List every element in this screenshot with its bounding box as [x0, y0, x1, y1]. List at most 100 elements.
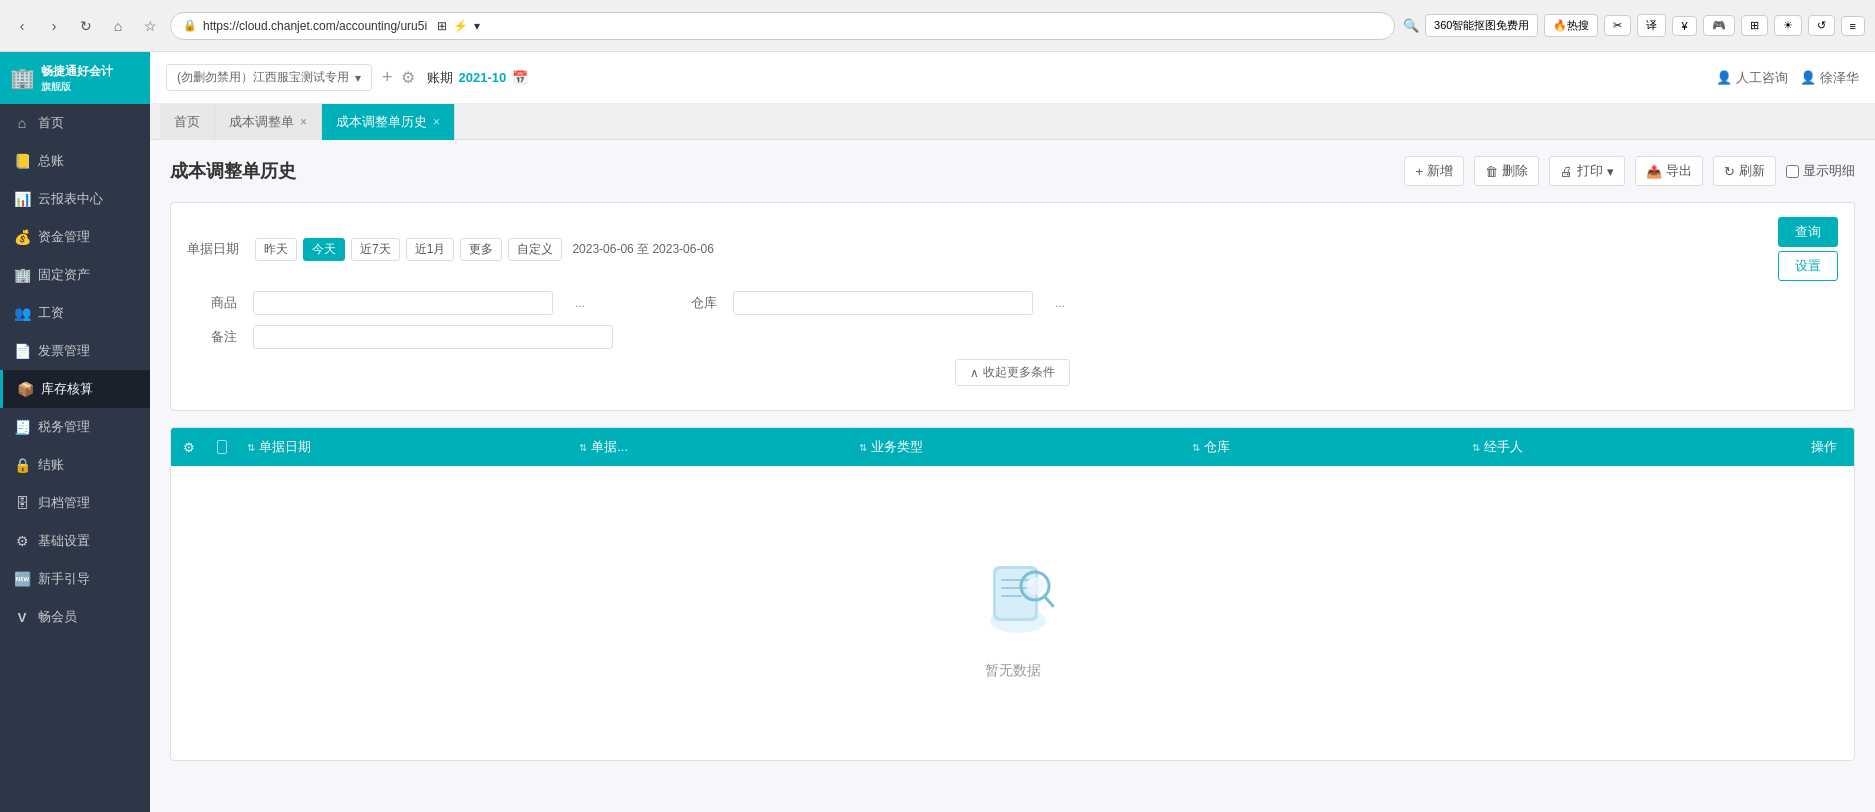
remark-input[interactable]	[253, 325, 613, 349]
star-button[interactable]: ☆	[138, 14, 162, 38]
undo-tool[interactable]: ↺	[1808, 15, 1835, 36]
svg-point-9	[1028, 579, 1034, 585]
th-warehouse-label: 仓库	[1204, 438, 1230, 456]
settings-icon[interactable]: ⚙	[401, 68, 415, 87]
hot-search-btn[interactable]: 🔥热搜	[1544, 14, 1598, 37]
logo-icon: 🏢	[10, 66, 35, 90]
display-toggle[interactable]: 显示明细	[1786, 162, 1855, 180]
custom-btn[interactable]: 自定义	[508, 238, 562, 261]
goods-ellipsis[interactable]: ...	[569, 294, 591, 312]
empty-icon	[963, 546, 1063, 646]
filter-settings-button[interactable]: 设置	[1778, 251, 1838, 281]
today-btn[interactable]: 今天	[303, 238, 345, 261]
sort-icon: ⇅	[1472, 442, 1480, 453]
sidebar-item-settings[interactable]: ⚙ 基础设置	[0, 522, 150, 560]
goods-input[interactable]	[253, 291, 553, 315]
assets-icon: 🏢	[14, 267, 30, 283]
th-warehouse[interactable]: ⇅ 仓库	[1182, 438, 1462, 456]
sidebar-item-ledger[interactable]: 📒 总账	[0, 142, 150, 180]
delete-button[interactable]: 🗑 删除	[1474, 156, 1539, 186]
filter-row-goods-warehouse: 商品 ... 仓库 ...	[187, 291, 1838, 315]
sidebar-item-funds[interactable]: 💰 资金管理	[0, 218, 150, 256]
sidebar-item-archive[interactable]: 🗄 归档管理	[0, 484, 150, 522]
collapse-button[interactable]: ∧ 收起更多条件	[955, 359, 1070, 386]
home-icon: ⌂	[14, 115, 30, 131]
sidebar-item-vip[interactable]: V 畅会员	[0, 598, 150, 636]
salary-icon: 👥	[14, 305, 30, 321]
warehouse-input[interactable]	[733, 291, 1033, 315]
company-selector[interactable]: (勿删勿禁用）江西服宝测试专用 ▾	[166, 64, 372, 91]
display-toggle-checkbox[interactable]	[1786, 165, 1799, 178]
tab-cost-adjust-history[interactable]: 成本调整单历史 ×	[322, 104, 455, 140]
select-all-checkbox[interactable]	[217, 440, 227, 454]
sidebar-item-tax[interactable]: 🧾 税务管理	[0, 408, 150, 446]
sidebar: 🏢 畅捷通好会计 旗舰版 ⌂ 首页 📒 总账 📊 云报表中心 💰 资金管理	[0, 52, 150, 812]
tab-home[interactable]: 首页	[160, 104, 215, 140]
print-button[interactable]: 🖨 打印 ▾	[1549, 156, 1625, 186]
page-header: 成本调整单历史 + 新增 🗑 删除 🖨 打印 ▾	[170, 156, 1855, 186]
export-button[interactable]: 📤 导出	[1635, 156, 1703, 186]
sidebar-item-guide[interactable]: 🆕 新手引导	[0, 560, 150, 598]
sidebar-item-closing[interactable]: 🔒 结账	[0, 446, 150, 484]
inventory-icon: 📦	[17, 381, 33, 397]
th-voucher[interactable]: ⇅ 单据...	[569, 438, 849, 456]
tab-cost-adjust[interactable]: 成本调整单 ×	[215, 104, 322, 140]
page-content: 成本调整单历史 + 新增 🗑 删除 🖨 打印 ▾	[150, 140, 1875, 812]
reload-button[interactable]: ↻	[74, 14, 98, 38]
new-button[interactable]: + 新增	[1404, 156, 1464, 186]
sidebar-logo: 🏢 畅捷通好会计 旗舰版	[0, 52, 150, 104]
top-right-actions: 👤 人工咨询 👤 徐泽华	[1716, 69, 1859, 87]
calendar-icon[interactable]: 📅	[512, 70, 528, 85]
th-settings[interactable]: ⚙	[171, 440, 207, 455]
add-company-btn[interactable]: +	[382, 67, 393, 88]
warehouse-filter-label: 仓库	[667, 294, 717, 312]
page-actions: + 新增 🗑 删除 🖨 打印 ▾ 📤 导出	[1404, 156, 1855, 186]
game-tool[interactable]: 🎮	[1703, 15, 1735, 36]
yesterday-btn[interactable]: 昨天	[255, 238, 297, 261]
period-label: 账期	[427, 69, 453, 87]
refresh-icon: ↻	[1724, 164, 1735, 179]
th-actions-label: 操作	[1811, 438, 1837, 456]
vip-icon: V	[14, 610, 30, 625]
1month-btn[interactable]: 近1月	[406, 238, 455, 261]
url-bar[interactable]: 🔒 https://cloud.chanjet.com/accounting/u…	[170, 12, 1395, 40]
smart-cutout-btn[interactable]: 360智能抠图免费用	[1425, 14, 1538, 37]
th-biztype[interactable]: ⇅ 业务类型	[849, 438, 1181, 456]
user-item[interactable]: 👤 徐泽华	[1800, 69, 1859, 87]
sidebar-item-reports[interactable]: 📊 云报表中心	[0, 180, 150, 218]
sort-icon: ⇅	[1192, 442, 1200, 453]
sidebar-item-assets[interactable]: 🏢 固定资产	[0, 256, 150, 294]
translate-tool[interactable]: 译	[1637, 14, 1666, 37]
th-date[interactable]: ⇅ 单据日期	[237, 438, 569, 456]
wallet-tool[interactable]: ¥	[1672, 16, 1696, 36]
refresh-button[interactable]: ↻ 刷新	[1713, 156, 1776, 186]
7days-btn[interactable]: 近7天	[351, 238, 400, 261]
th-checkbox[interactable]	[207, 440, 237, 454]
query-settings-group: 查询 设置	[1778, 217, 1838, 281]
sidebar-item-salary[interactable]: 👥 工资	[0, 294, 150, 332]
back-button[interactable]: ‹	[10, 14, 34, 38]
more-btn[interactable]: 更多	[460, 238, 502, 261]
warehouse-ellipsis[interactable]: ...	[1049, 294, 1071, 312]
page-title: 成本调整单历史	[170, 159, 296, 183]
chevron-down-icon: ▾	[1607, 164, 1614, 179]
forward-button[interactable]: ›	[42, 14, 66, 38]
date-quick-buttons: 昨天 今天 近7天 近1月 更多 自定义 2023-06-06 至 2023-0…	[255, 238, 714, 261]
sidebar-item-label: 资金管理	[38, 228, 90, 246]
sidebar-item-inventory[interactable]: 📦 库存核算	[0, 370, 150, 408]
menu-tool[interactable]: ≡	[1841, 16, 1865, 36]
tab-close-history[interactable]: ×	[433, 115, 440, 129]
theme-tool[interactable]: ☀	[1774, 15, 1802, 36]
support-item[interactable]: 👤 人工咨询	[1716, 69, 1788, 87]
goods-filter-label: 商品	[187, 294, 237, 312]
grid-tool[interactable]: ⊞	[1741, 15, 1768, 36]
support-icon: 👤	[1716, 70, 1732, 85]
sidebar-item-home[interactable]: ⌂ 首页	[0, 104, 150, 142]
th-operator[interactable]: ⇅ 经手人	[1462, 438, 1794, 456]
tab-close-cost-adjust[interactable]: ×	[300, 115, 307, 129]
home-button[interactable]: ⌂	[106, 14, 130, 38]
sidebar-item-invoice[interactable]: 📄 发票管理	[0, 332, 150, 370]
query-button[interactable]: 查询	[1778, 217, 1838, 247]
print-icon: 🖨	[1560, 164, 1573, 179]
scissors-tool[interactable]: ✂	[1604, 15, 1631, 36]
